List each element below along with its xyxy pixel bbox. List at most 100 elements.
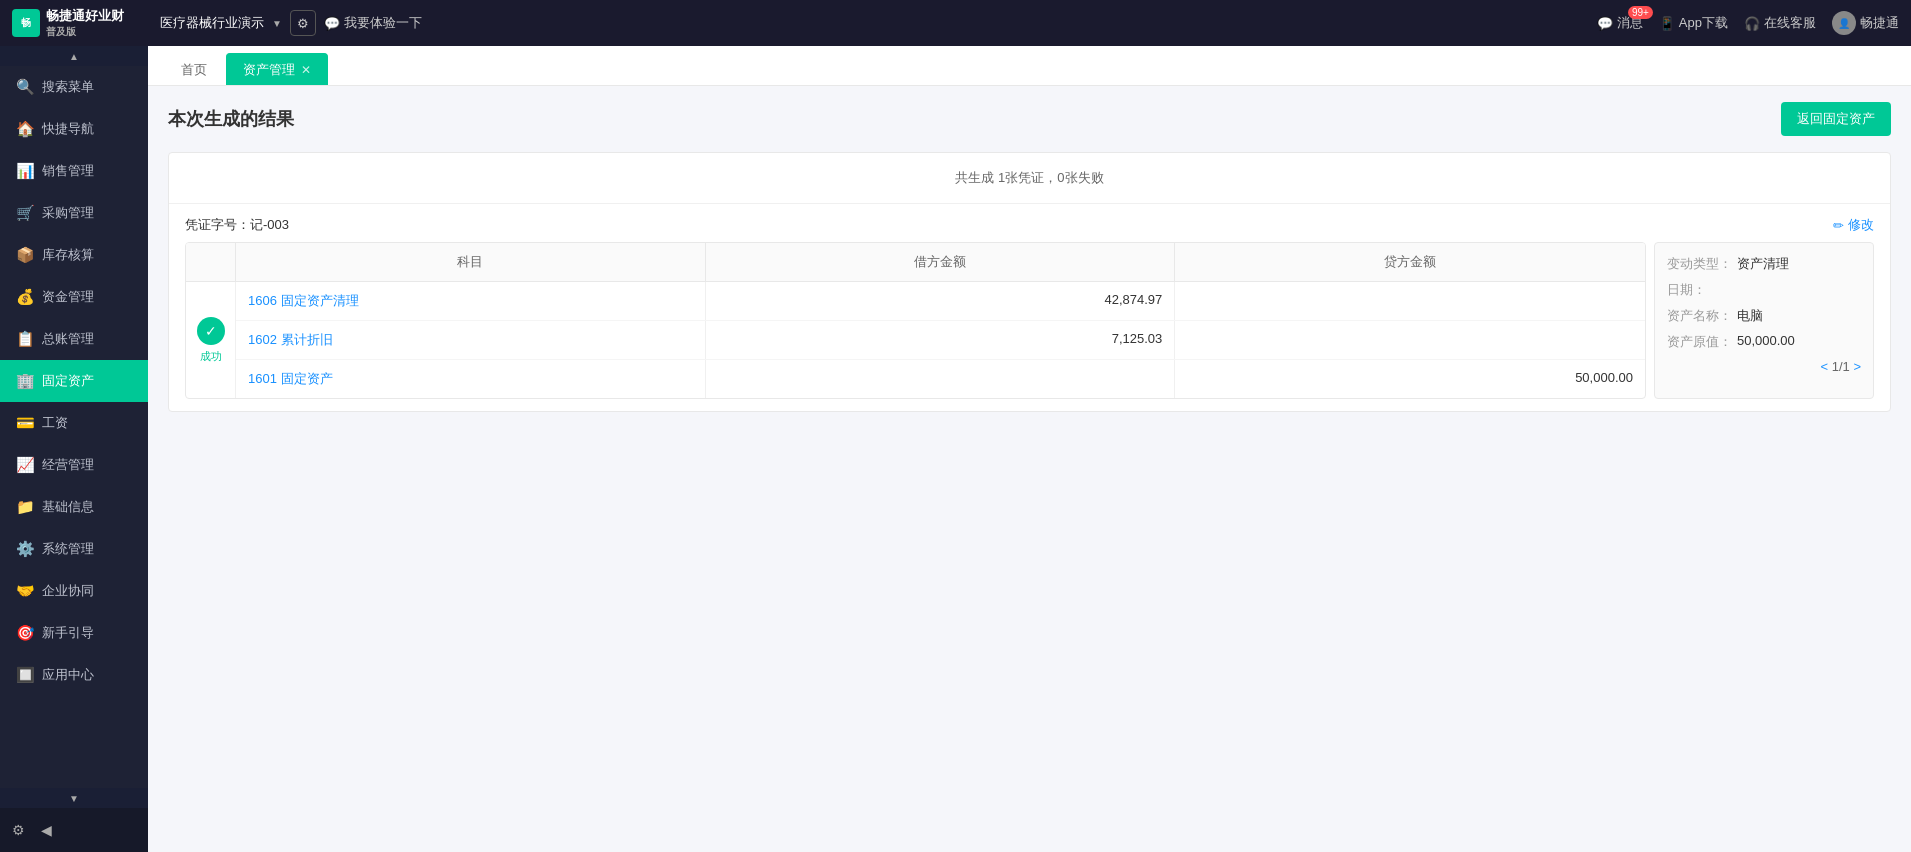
system-icon: ⚙️: [16, 540, 34, 558]
sidebar-item-operations[interactable]: 📈 经营管理: [0, 444, 148, 486]
operations-icon: 📈: [16, 456, 34, 474]
table-row: 1601 固定资产 50,000.00: [236, 360, 1645, 398]
basic-info-icon: 📁: [16, 498, 34, 516]
sidebar-item-basic-info[interactable]: 📁 基础信息: [0, 486, 148, 528]
table-row: 1602 累计折旧 7,125.03: [236, 321, 1645, 360]
voucher-table: 科目 借方金额 贷方金额 ✓: [185, 242, 1646, 399]
sidebar-item-system[interactable]: ⚙️ 系统管理: [0, 528, 148, 570]
tab-asset-mgmt[interactable]: 资产管理 ✕: [226, 53, 328, 85]
sidebar: ▲ 🔍 搜索菜单 🏠 快捷导航 📊 销售管理 🛒 采购管理 📦 库存核算: [0, 46, 148, 852]
data-rows: 1606 固定资产清理 42,874.97 1602 累计折旧 7,125.03: [236, 282, 1645, 398]
sidebar-item-fixed-assets[interactable]: 🏢 固定资产: [0, 360, 148, 402]
sidebar-scroll-down[interactable]: ▼: [0, 788, 148, 808]
credit-3: 50,000.00: [1175, 360, 1645, 398]
voucher-section: 凭证字号：记-003 ✏ 修改 科目: [169, 204, 1890, 411]
user-avatar: 👤: [1832, 11, 1856, 35]
table-body: ✓ 成功 1606 固定资产清理 42,874.97: [186, 282, 1645, 398]
voucher-header: 凭证字号：记-003 ✏ 修改: [185, 216, 1874, 234]
sidebar-item-funds[interactable]: 💰 资金管理: [0, 276, 148, 318]
sidebar-collapse-btn[interactable]: ◀: [41, 822, 52, 838]
credit-2: [1175, 321, 1645, 359]
sidebar-item-purchase[interactable]: 🛒 采购管理: [0, 192, 148, 234]
search-icon: 🔍: [16, 78, 34, 96]
ledger-icon: 📋: [16, 330, 34, 348]
sidebar-item-sales[interactable]: 📊 销售管理: [0, 150, 148, 192]
messages-btn[interactable]: 💬 消息 99+: [1597, 14, 1643, 32]
trial-icon: 💬: [324, 16, 340, 31]
asset-name-row: 资产名称： 电脑: [1667, 307, 1861, 325]
tab-bar: 首页 资产管理 ✕: [148, 46, 1911, 86]
topbar-settings-icon[interactable]: ⚙: [290, 10, 316, 36]
top-bar-right: 💬 消息 99+ 📱 App下载 🎧 在线客服 👤 畅捷通: [1597, 11, 1899, 35]
page-header: 本次生成的结果 返回固定资产: [168, 102, 1891, 136]
voucher-table-wrapper: 科目 借方金额 贷方金额 ✓: [185, 242, 1874, 399]
main-layout: ▲ 🔍 搜索菜单 🏠 快捷导航 📊 销售管理 🛒 采购管理 📦 库存核算: [0, 46, 1911, 852]
sidebar-bottom: ⚙ ◀: [0, 808, 148, 852]
table-header: 科目 借方金额 贷方金额: [186, 243, 1645, 282]
date-row: 日期：: [1667, 281, 1861, 299]
app-center-icon: 🔲: [16, 666, 34, 684]
voucher-number: 凭证字号：记-003: [185, 216, 289, 234]
account-3[interactable]: 1601 固定资产: [236, 360, 706, 398]
app-version: 普及版: [46, 25, 124, 39]
edit-icon: ✏: [1833, 218, 1844, 233]
funds-icon: 💰: [16, 288, 34, 306]
account-2[interactable]: 1602 累计折旧: [236, 321, 706, 359]
account-1[interactable]: 1606 固定资产清理: [236, 282, 706, 320]
status-col: ✓ 成功: [186, 282, 236, 398]
sidebar-scroll-up[interactable]: ▲: [0, 46, 148, 66]
sidebar-item-guide[interactable]: 🎯 新手引导: [0, 612, 148, 654]
edit-button[interactable]: ✏ 修改: [1833, 216, 1874, 234]
trial-link[interactable]: 💬 我要体验一下: [324, 14, 422, 32]
side-info-panel: 变动类型： 资产清理 日期： 资产名称： 电脑: [1654, 242, 1874, 399]
tab-close-btn[interactable]: ✕: [301, 64, 311, 76]
sidebar-item-search[interactable]: 🔍 搜索菜单: [0, 66, 148, 108]
download-icon: 📱: [1659, 16, 1675, 31]
page-content: 本次生成的结果 返回固定资产 共生成 1张凭证，0张失败 凭证字号：记-003 …: [148, 86, 1911, 852]
col-credit: 贷方金额: [1175, 243, 1645, 281]
inventory-icon: 📦: [16, 246, 34, 264]
sidebar-item-app-center[interactable]: 🔲 应用中心: [0, 654, 148, 696]
result-summary: 共生成 1张凭证，0张失败: [169, 153, 1890, 204]
sidebar-item-ledger[interactable]: 📋 总账管理: [0, 318, 148, 360]
company-name[interactable]: 医疗器械行业演示: [160, 14, 264, 32]
pagination: < 1/1 >: [1667, 359, 1861, 374]
user-profile-btn[interactable]: 👤 畅捷通: [1832, 11, 1899, 35]
messages-badge: 99+: [1628, 6, 1653, 19]
date-label: 日期：: [1667, 281, 1737, 299]
app-name: 畅捷通好业财: [46, 7, 124, 25]
guide-icon: 🎯: [16, 624, 34, 642]
online-service-btn[interactable]: 🎧 在线客服: [1744, 14, 1816, 32]
success-text: 成功: [200, 349, 222, 364]
row-group: ✓ 成功 1606 固定资产清理 42,874.97: [186, 282, 1645, 398]
asset-name-value: 电脑: [1737, 307, 1763, 325]
sidebar-item-quicknav[interactable]: 🏠 快捷导航: [0, 108, 148, 150]
sidebar-settings-btn[interactable]: ⚙: [12, 822, 25, 838]
enterprise-icon: 🤝: [16, 582, 34, 600]
change-type-row: 变动类型： 资产清理: [1667, 255, 1861, 273]
credit-1: [1175, 282, 1645, 320]
debit-3: [706, 360, 1176, 398]
next-page-btn[interactable]: >: [1853, 359, 1861, 374]
sidebar-item-payroll[interactable]: 💳 工资: [0, 402, 148, 444]
change-type-label: 变动类型：: [1667, 255, 1737, 273]
top-bar-center: 医疗器械行业演示 ▼ ⚙ 💬 我要体验一下: [160, 10, 1597, 36]
company-dropdown-arrow[interactable]: ▼: [272, 18, 282, 29]
prev-page-btn[interactable]: <: [1821, 359, 1829, 374]
debit-2: 7,125.03: [706, 321, 1176, 359]
service-icon: 🎧: [1744, 16, 1760, 31]
original-value-value: 50,000.00: [1737, 333, 1795, 351]
sidebar-item-inventory[interactable]: 📦 库存核算: [0, 234, 148, 276]
app-download-btn[interactable]: 📱 App下载: [1659, 14, 1728, 32]
return-button[interactable]: 返回固定资产: [1781, 102, 1891, 136]
sidebar-item-enterprise[interactable]: 🤝 企业协同: [0, 570, 148, 612]
fixed-assets-icon: 🏢: [16, 372, 34, 390]
tab-home[interactable]: 首页: [164, 53, 224, 85]
col-status: [186, 243, 236, 281]
col-account: 科目: [236, 243, 706, 281]
col-debit: 借方金额: [706, 243, 1176, 281]
sales-icon: 📊: [16, 162, 34, 180]
purchase-icon: 🛒: [16, 204, 34, 222]
payroll-icon: 💳: [16, 414, 34, 432]
success-icon: ✓: [197, 317, 225, 345]
